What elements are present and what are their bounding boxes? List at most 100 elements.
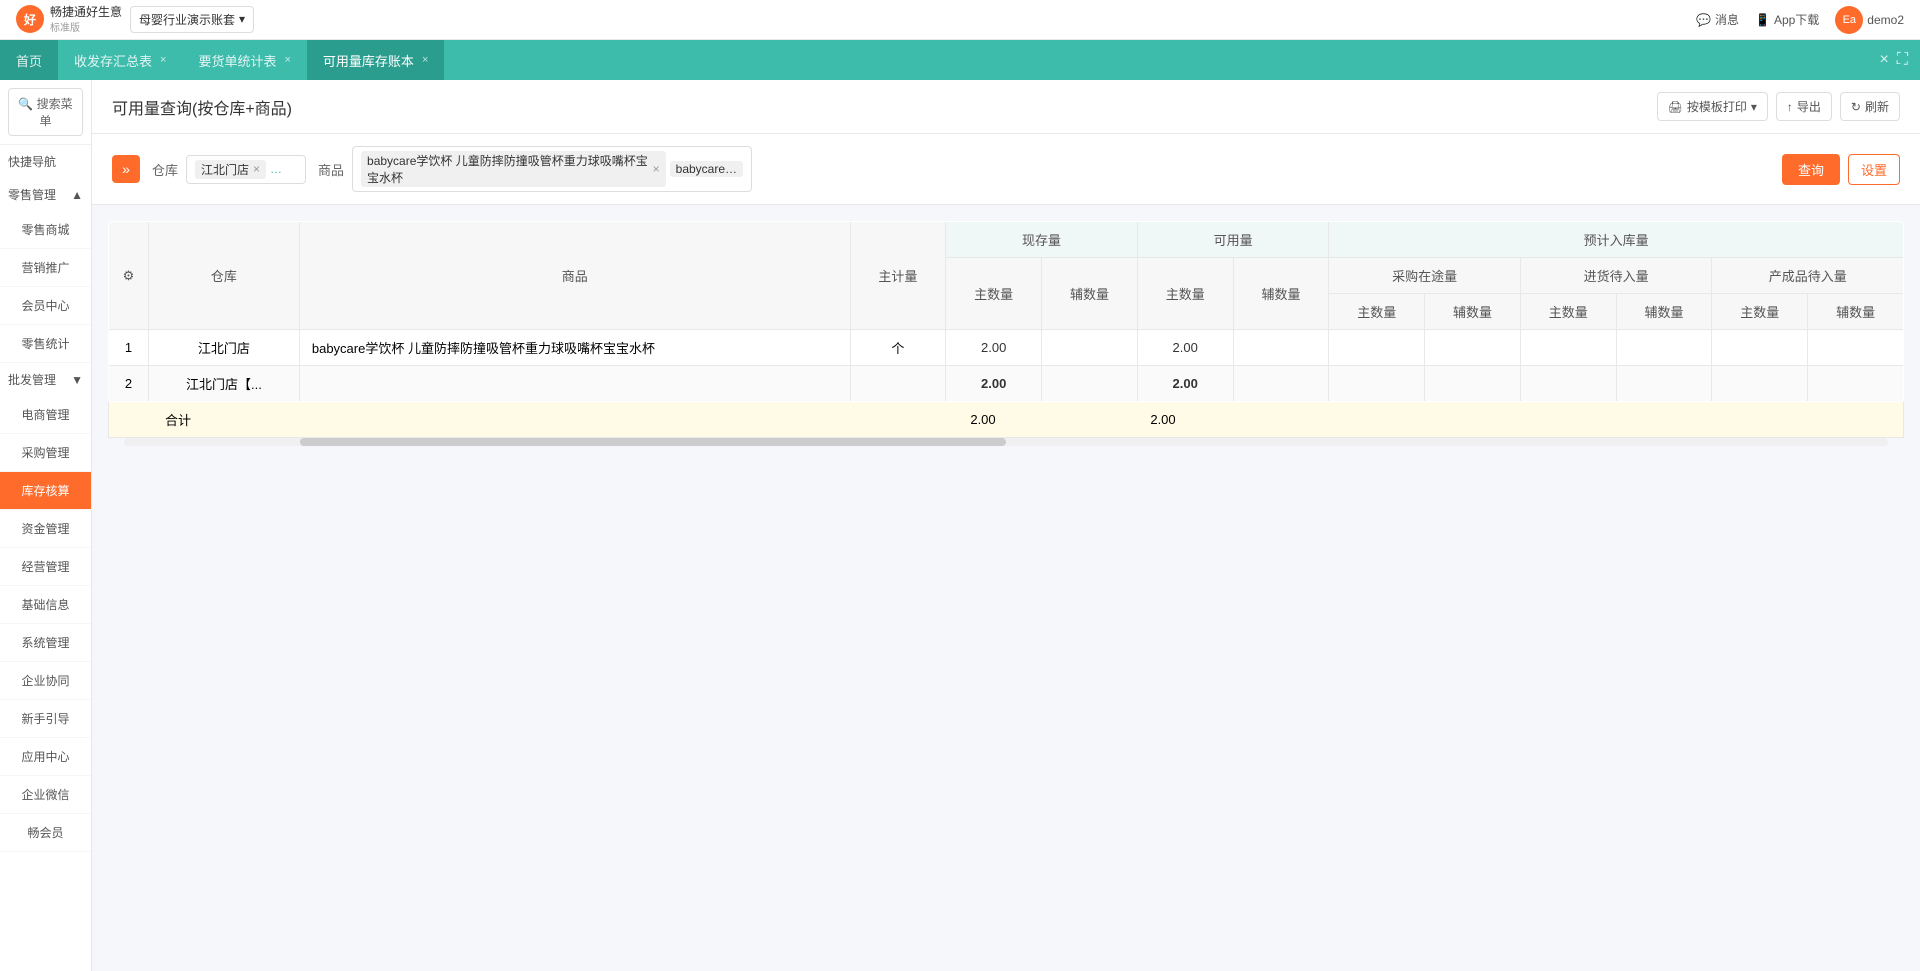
tab-order-stats[interactable]: 要货单统计表 × <box>182 40 306 80</box>
sidebar-item-marketing[interactable]: 营销推广 <box>0 249 91 287</box>
row2-stock-main: 2.00 <box>946 366 1042 402</box>
row2-incoming-main <box>1520 366 1616 402</box>
tab-receive-summary-close[interactable]: × <box>160 54 166 66</box>
warehouse-more-btn[interactable]: … <box>270 162 282 176</box>
row1-index: 1 <box>109 330 149 366</box>
search-icon: 🔍 <box>18 97 33 111</box>
table-scrollbar[interactable] <box>124 438 1888 446</box>
refresh-label: 刷新 <box>1865 98 1889 115</box>
tenant-selector[interactable]: 母婴行业演示账套 ▾ <box>130 6 254 33</box>
filter-product-group: 商品 babycare学饮杯 儿童防摔防撞吸管杯重力球吸嘴杯宝宝水杯 × bab… <box>318 146 752 192</box>
avatar: Ea <box>1835 6 1863 34</box>
sidebar-item-system[interactable]: 系统管理 <box>0 624 91 662</box>
sidebar-item-retail-stats[interactable]: 零售统计 <box>0 325 91 363</box>
print-icon: 🖨 <box>1668 100 1683 114</box>
print-btn[interactable]: 🖨 按模板打印 ▾ <box>1657 92 1768 121</box>
sidebar-item-retail-mall-label: 零售商城 <box>21 223 69 237</box>
th-incoming-main: 主数量 <box>1520 294 1616 330</box>
warehouse-tag-remove[interactable]: × <box>253 162 260 176</box>
sidebar-item-basic-info-label: 基础信息 <box>21 598 69 612</box>
logo-area: 好 畅捷通好生意 标准版 <box>16 5 122 34</box>
table-container: ⚙ 仓库 商品 主计量 现存量 可用量 预计入库量 主数量 辅数量 主数量 辅数… <box>92 205 1920 470</box>
sidebar-item-basic-info[interactable]: 基础信息 <box>0 586 91 624</box>
tab-receive-summary-label: 收发存汇总表 <box>74 51 152 70</box>
row2-purchase-main <box>1329 366 1425 402</box>
print-label: 按模板打印 <box>1687 98 1747 115</box>
table-scrollbar-thumb <box>300 438 1006 446</box>
filter-warehouse-group: 仓库 江北门店 × … <box>152 155 306 184</box>
close-all-tabs-btn[interactable]: × <box>1879 51 1888 69</box>
th-purchase-main: 主数量 <box>1329 294 1425 330</box>
tab-order-stats-close[interactable]: × <box>284 54 290 66</box>
tab-receive-summary[interactable]: 收发存汇总表 × <box>58 40 182 80</box>
app-download-btn[interactable]: 📱 App下载 <box>1755 11 1819 28</box>
row2-product <box>299 366 850 402</box>
sidebar-retail-mgmt-label: 零售管理 <box>8 186 56 203</box>
sidebar-item-purchase[interactable]: 采购管理 <box>0 434 91 472</box>
tenant-dropdown-icon: ▾ <box>239 12 245 26</box>
th-available-main: 主数量 <box>1137 258 1233 330</box>
sidebar-item-operations[interactable]: 经营管理 <box>0 548 91 586</box>
filter-product-input[interactable]: babycare学饮杯 儿童防摔防撞吸管杯重力球吸嘴杯宝宝水杯 × babyca… <box>352 146 752 192</box>
table-footer: 合计 2.00 2.00 <box>108 402 1904 438</box>
warehouse-tag: 江北门店 × <box>195 160 266 179</box>
tab-order-stats-label: 要货单统计表 <box>198 51 276 70</box>
logo-text-block: 畅捷通好生意 标准版 <box>50 5 122 34</box>
sidebar-item-enterprise-wechat[interactable]: 企业微信 <box>0 776 91 814</box>
th-warehouse: 仓库 <box>149 222 300 330</box>
th-incoming-group: 进货待入量 <box>1520 258 1712 294</box>
tab-home[interactable]: 首页 <box>0 40 58 80</box>
sidebar-item-retail-mall[interactable]: 零售商城 <box>0 211 91 249</box>
sidebar-item-enterprise[interactable]: 企业协同 <box>0 662 91 700</box>
row2-production-aux <box>1808 366 1904 402</box>
table-settings-icon[interactable]: ⚙ <box>123 268 135 283</box>
tab-available-stock[interactable]: 可用量库存账本 × <box>307 40 444 80</box>
sidebar-item-marketing-label: 营销推广 <box>21 261 69 275</box>
sidebar-quick-nav[interactable]: 快捷导航 <box>0 145 91 178</box>
th-purchase-aux: 辅数量 <box>1425 294 1521 330</box>
filter-actions: 查询 设置 <box>1782 154 1900 185</box>
sidebar-item-member[interactable]: 会员中心 <box>0 287 91 325</box>
tab-available-stock-close[interactable]: × <box>422 54 428 66</box>
sidebar-item-inventory[interactable]: 库存核算 <box>0 472 91 510</box>
product-tag-1-text: babycare学饮杯 儿童防摔防撞吸管杯重力球吸嘴杯宝宝水杯 <box>367 152 649 186</box>
tab-available-stock-label: 可用量库存账本 <box>323 51 414 70</box>
th-production-aux: 辅数量 <box>1808 294 1904 330</box>
th-stock-main: 主数量 <box>946 258 1042 330</box>
fullscreen-btn[interactable]: ⛶ <box>1897 51 1908 69</box>
product-tag-2-text: babycare… <box>676 162 737 176</box>
sidebar-wholesale-mgmt[interactable]: 批发管理 ▼ <box>0 363 91 396</box>
filter-toggle-btn[interactable]: » <box>112 155 140 183</box>
sidebar-item-ecommerce[interactable]: 电商管理 <box>0 396 91 434</box>
sidebar-item-retail-stats-label: 零售统计 <box>21 337 69 351</box>
sidebar-wholesale-arrow: ▼ <box>71 373 83 387</box>
sidebar-item-app-center[interactable]: 应用中心 <box>0 738 91 776</box>
refresh-btn[interactable]: ↻ 刷新 <box>1840 92 1900 121</box>
tenant-name: 母婴行业演示账套 <box>139 11 235 28</box>
query-btn[interactable]: 查询 <box>1782 154 1840 185</box>
row2-production-main <box>1712 366 1808 402</box>
sidebar-item-operations-label: 经营管理 <box>21 560 69 574</box>
sidebar-item-finance[interactable]: 资金管理 <box>0 510 91 548</box>
th-production-main: 主数量 <box>1712 294 1808 330</box>
filter-warehouse-label: 仓库 <box>152 160 178 179</box>
settings-btn[interactable]: 设置 <box>1848 154 1900 185</box>
row1-incoming-main <box>1520 330 1616 366</box>
export-btn[interactable]: ↑ 导出 <box>1776 92 1832 121</box>
data-table: ⚙ 仓库 商品 主计量 现存量 可用量 预计入库量 主数量 辅数量 主数量 辅数… <box>108 221 1904 402</box>
warehouse-tag-text: 江北门店 <box>201 161 249 178</box>
user-area[interactable]: Ea demo2 <box>1835 6 1904 34</box>
sidebar-item-vip-member[interactable]: 畅会员 <box>0 814 91 852</box>
sidebar-search-btn[interactable]: 🔍 搜索菜单 <box>8 88 83 136</box>
quick-nav-label: 快捷导航 <box>8 153 56 170</box>
message-btn[interactable]: 💬 消息 <box>1696 11 1739 28</box>
row1-purchase-aux <box>1425 330 1521 366</box>
sidebar-item-new-guide[interactable]: 新手引导 <box>0 700 91 738</box>
filter-warehouse-input[interactable]: 江北门店 × … <box>186 155 306 184</box>
row2-available-main: 2.00 <box>1137 366 1233 402</box>
product-tag-1-remove[interactable]: × <box>653 162 660 176</box>
page-title: 可用量查询(按仓库+商品) <box>112 95 292 119</box>
th-production-group: 产成品待入量 <box>1712 258 1904 294</box>
export-icon: ↑ <box>1787 100 1793 114</box>
sidebar-retail-mgmt[interactable]: 零售管理 ▲ <box>0 178 91 211</box>
